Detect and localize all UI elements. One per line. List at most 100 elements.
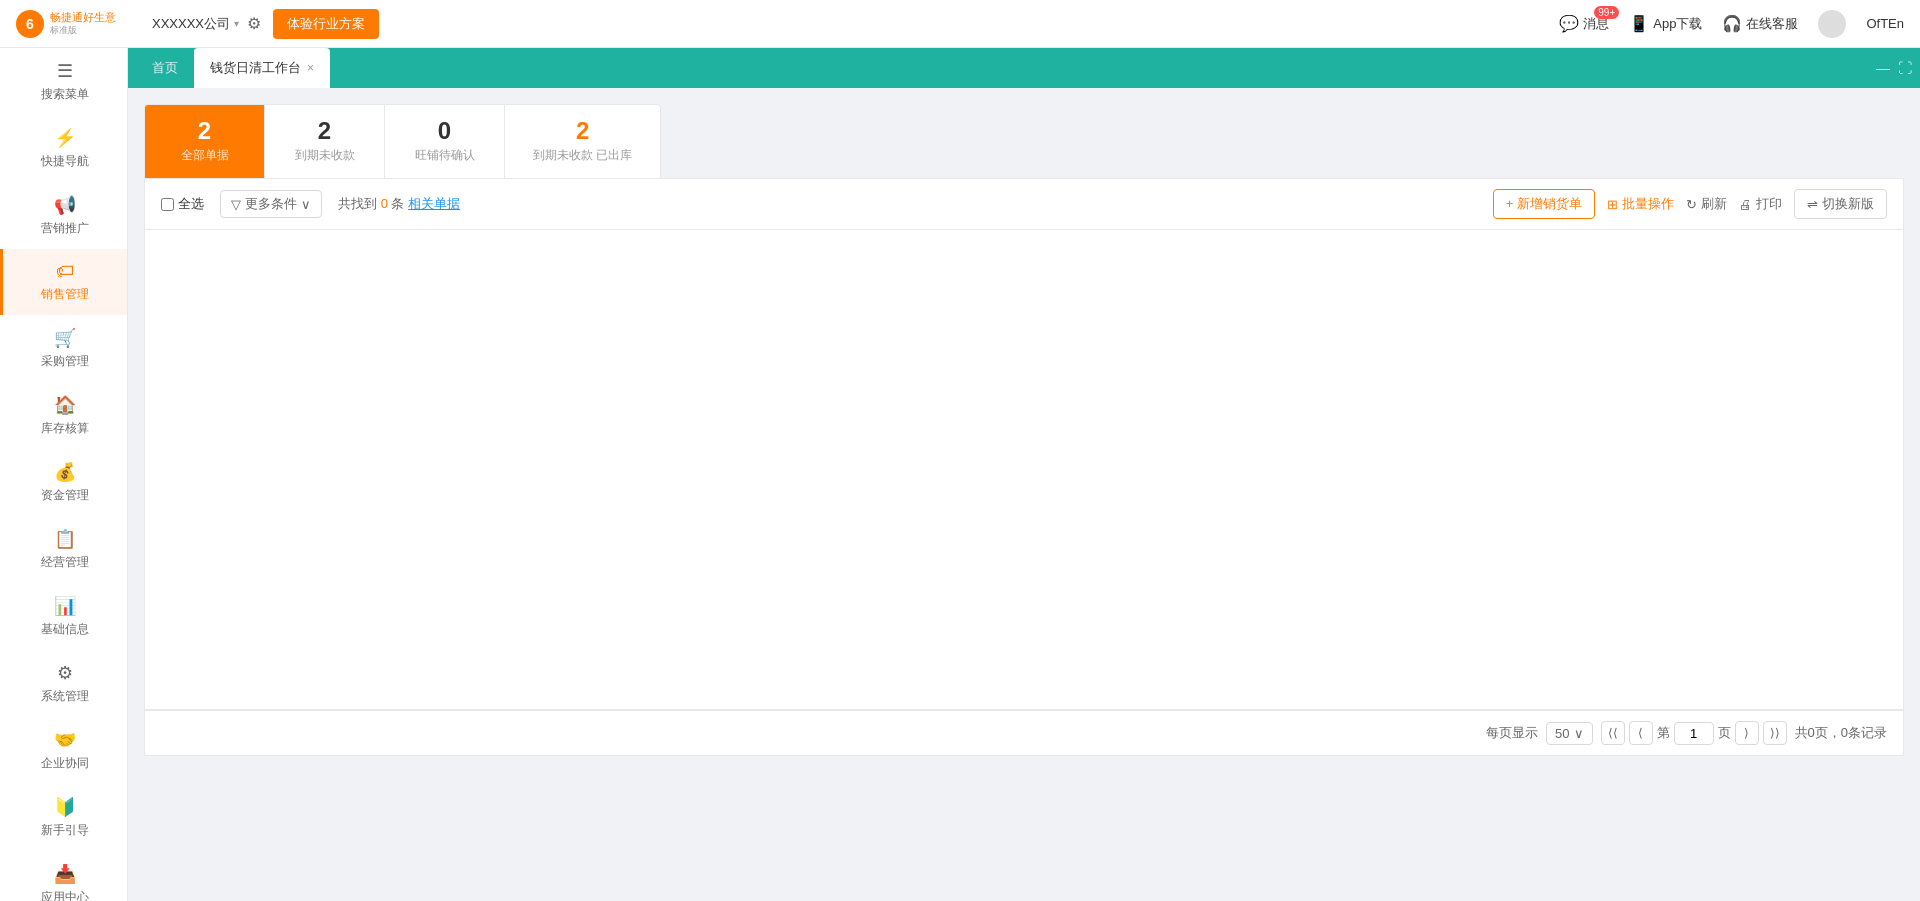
- app-logo-icon: 6: [16, 10, 44, 38]
- sidebar-item-system[interactable]: ⚙ 系统管理: [0, 650, 127, 717]
- enterprise-label: 企业协同: [41, 755, 89, 772]
- stat-count-1: 2: [293, 119, 356, 143]
- user-name[interactable]: OfTEn: [1866, 16, 1904, 31]
- app-center-label: 应用中心: [41, 889, 89, 901]
- inventory-label: 库存核算: [41, 420, 89, 437]
- per-page-select[interactable]: 50 ∨: [1546, 722, 1592, 745]
- company-selector[interactable]: XXXXXX公司 ▾: [152, 15, 239, 33]
- sidebar-item-app-center[interactable]: 📥 应用中心: [0, 851, 127, 901]
- stat-card-0[interactable]: 2 全部单据: [145, 105, 265, 178]
- tab-workbench[interactable]: 钱货日清工作台 ×: [194, 48, 330, 88]
- sales-label: 销售管理: [41, 286, 89, 303]
- page-number-input[interactable]: [1674, 722, 1714, 745]
- app-center-icon: 📥: [54, 863, 76, 885]
- search-menu-icon: ☰: [57, 60, 73, 82]
- stat-label-0: 全部单据: [173, 147, 236, 164]
- company-name: XXXXXX公司: [152, 15, 230, 33]
- stat-card-2[interactable]: 0 旺铺待确认: [385, 105, 505, 178]
- sidebar-item-quick-nav[interactable]: ⚡ 快捷导航: [0, 115, 127, 182]
- system-icon: ⚙: [57, 662, 73, 684]
- page-prefix: 第: [1657, 724, 1670, 742]
- related-link[interactable]: 相关单据: [408, 196, 460, 211]
- enterprise-icon: 🤝: [54, 729, 76, 751]
- basic-info-icon: 📊: [54, 595, 76, 617]
- tab-close-icon[interactable]: ×: [307, 61, 314, 75]
- quick-nav-icon: ⚡: [54, 127, 76, 149]
- tab-home[interactable]: 首页: [136, 48, 194, 88]
- service-icon: 🎧: [1722, 14, 1742, 33]
- sidebar-item-purchase[interactable]: 🛒 采购管理: [0, 315, 127, 382]
- refresh-button[interactable]: ↻ 刷新: [1686, 195, 1727, 213]
- search-menu-label: 搜索菜单: [41, 86, 89, 103]
- switch-icon: ⇌: [1807, 197, 1818, 212]
- filter-button[interactable]: ▽ 更多条件 ∨: [220, 190, 322, 218]
- sidebar-item-operation[interactable]: 📋 经营管理: [0, 516, 127, 583]
- found-text: 共找到 0 条 相关单据: [338, 195, 460, 213]
- newbie-label: 新手引导: [41, 822, 89, 839]
- stat-count-0: 2: [173, 119, 236, 143]
- switch-version-button[interactable]: ⇌ 切换新版: [1794, 189, 1887, 219]
- select-all-input[interactable]: [161, 198, 174, 211]
- sidebar-item-basic-info[interactable]: 📊 基础信息: [0, 583, 127, 650]
- toolbar-right: + 新增销货单 ⊞ 批量操作 ↻ 刷新 🖨 打印 ⇌ 切换新版: [1493, 189, 1887, 219]
- top-bar: 6 畅捷通好生意 标准版 XXXXXX公司 ▾ ⚙ 体验行业方案 💬 消息 99…: [0, 0, 1920, 48]
- nav-tabs: 首页 钱货日清工作台 × — ⛶: [128, 48, 1920, 88]
- sidebar-item-enterprise[interactable]: 🤝 企业协同: [0, 717, 127, 784]
- page-nav: ⟨⟨ ⟨ 第 页 ⟩ ⟩⟩: [1601, 721, 1787, 745]
- message-icon: 💬: [1559, 14, 1579, 33]
- print-button[interactable]: 🖨 打印: [1739, 195, 1782, 213]
- tab-maximize-icon[interactable]: ⛶: [1898, 60, 1912, 76]
- operation-label: 经营管理: [41, 554, 89, 571]
- sidebar-item-inventory[interactable]: 🏠 库存核算: [0, 382, 127, 449]
- sidebar-item-search-menu[interactable]: ☰ 搜索菜单: [0, 48, 127, 115]
- message-btn[interactable]: 💬 消息 99+: [1559, 14, 1609, 33]
- stat-card-1[interactable]: 2 到期未收款: [265, 105, 385, 178]
- quick-nav-label: 快捷导航: [41, 153, 89, 170]
- refresh-icon: ↻: [1686, 197, 1697, 212]
- trial-button[interactable]: 体验行业方案: [273, 9, 379, 39]
- app-download-btn[interactable]: 📱 App下载: [1629, 14, 1702, 33]
- purchase-label: 采购管理: [41, 353, 89, 370]
- sidebar-item-sales[interactable]: 🏷 销售管理: [0, 249, 127, 315]
- sidebar-item-marketing[interactable]: 📢 营销推广: [0, 182, 127, 249]
- page-unit: 页: [1718, 724, 1731, 742]
- select-all-label: 全选: [178, 195, 204, 213]
- download-icon: 📱: [1629, 14, 1649, 33]
- filter-chevron-icon: ∨: [301, 197, 311, 212]
- select-all-checkbox[interactable]: 全选: [161, 195, 204, 213]
- settings-icon[interactable]: ⚙: [247, 14, 261, 33]
- avatar[interactable]: [1818, 10, 1846, 38]
- stat-label-3: 到期未收款 已出库: [533, 147, 632, 164]
- tab-minimize-icon[interactable]: —: [1876, 60, 1890, 76]
- table-area: [144, 230, 1904, 710]
- online-service-btn[interactable]: 🎧 在线客服: [1722, 14, 1798, 33]
- per-page-chevron-icon: ∨: [1574, 726, 1584, 741]
- inventory-icon: 🏠: [54, 394, 76, 416]
- add-sale-button[interactable]: + 新增销货单: [1493, 189, 1595, 219]
- batch-action-button[interactable]: ⊞ 批量操作: [1607, 195, 1674, 213]
- stat-cards: 2 全部单据 2 到期未收款 0 旺铺待确认 2 到期未收款 已出库: [144, 104, 661, 178]
- sales-icon: 🏷: [56, 261, 74, 282]
- finance-icon: 💰: [54, 461, 76, 483]
- found-count: 0: [381, 196, 388, 211]
- first-page-btn[interactable]: ⟨⟨: [1601, 721, 1625, 745]
- prev-page-btn[interactable]: ⟨: [1629, 721, 1653, 745]
- last-page-btn[interactable]: ⟩⟩: [1763, 721, 1787, 745]
- purchase-icon: 🛒: [54, 327, 76, 349]
- main-content: 2 全部单据 2 到期未收款 0 旺铺待确认 2 到期未收款 已出库 全选 ▽ …: [128, 88, 1920, 901]
- per-page-label: 每页显示: [1486, 724, 1538, 742]
- basic-info-label: 基础信息: [41, 621, 89, 638]
- stat-label-1: 到期未收款: [293, 147, 356, 164]
- tab-home-label: 首页: [152, 59, 178, 77]
- marketing-icon: 📢: [54, 194, 76, 216]
- stat-card-3[interactable]: 2 到期未收款 已出库: [505, 105, 660, 178]
- marketing-label: 营销推广: [41, 220, 89, 237]
- next-page-btn[interactable]: ⟩: [1735, 721, 1759, 745]
- sidebar-item-newbie[interactable]: 🔰 新手引导: [0, 784, 127, 851]
- system-label: 系统管理: [41, 688, 89, 705]
- print-icon: 🖨: [1739, 197, 1752, 212]
- company-chevron-icon: ▾: [234, 18, 239, 29]
- sidebar-item-finance[interactable]: 💰 资金管理: [0, 449, 127, 516]
- finance-label: 资金管理: [41, 487, 89, 504]
- tab-workbench-label: 钱货日清工作台: [210, 59, 301, 77]
